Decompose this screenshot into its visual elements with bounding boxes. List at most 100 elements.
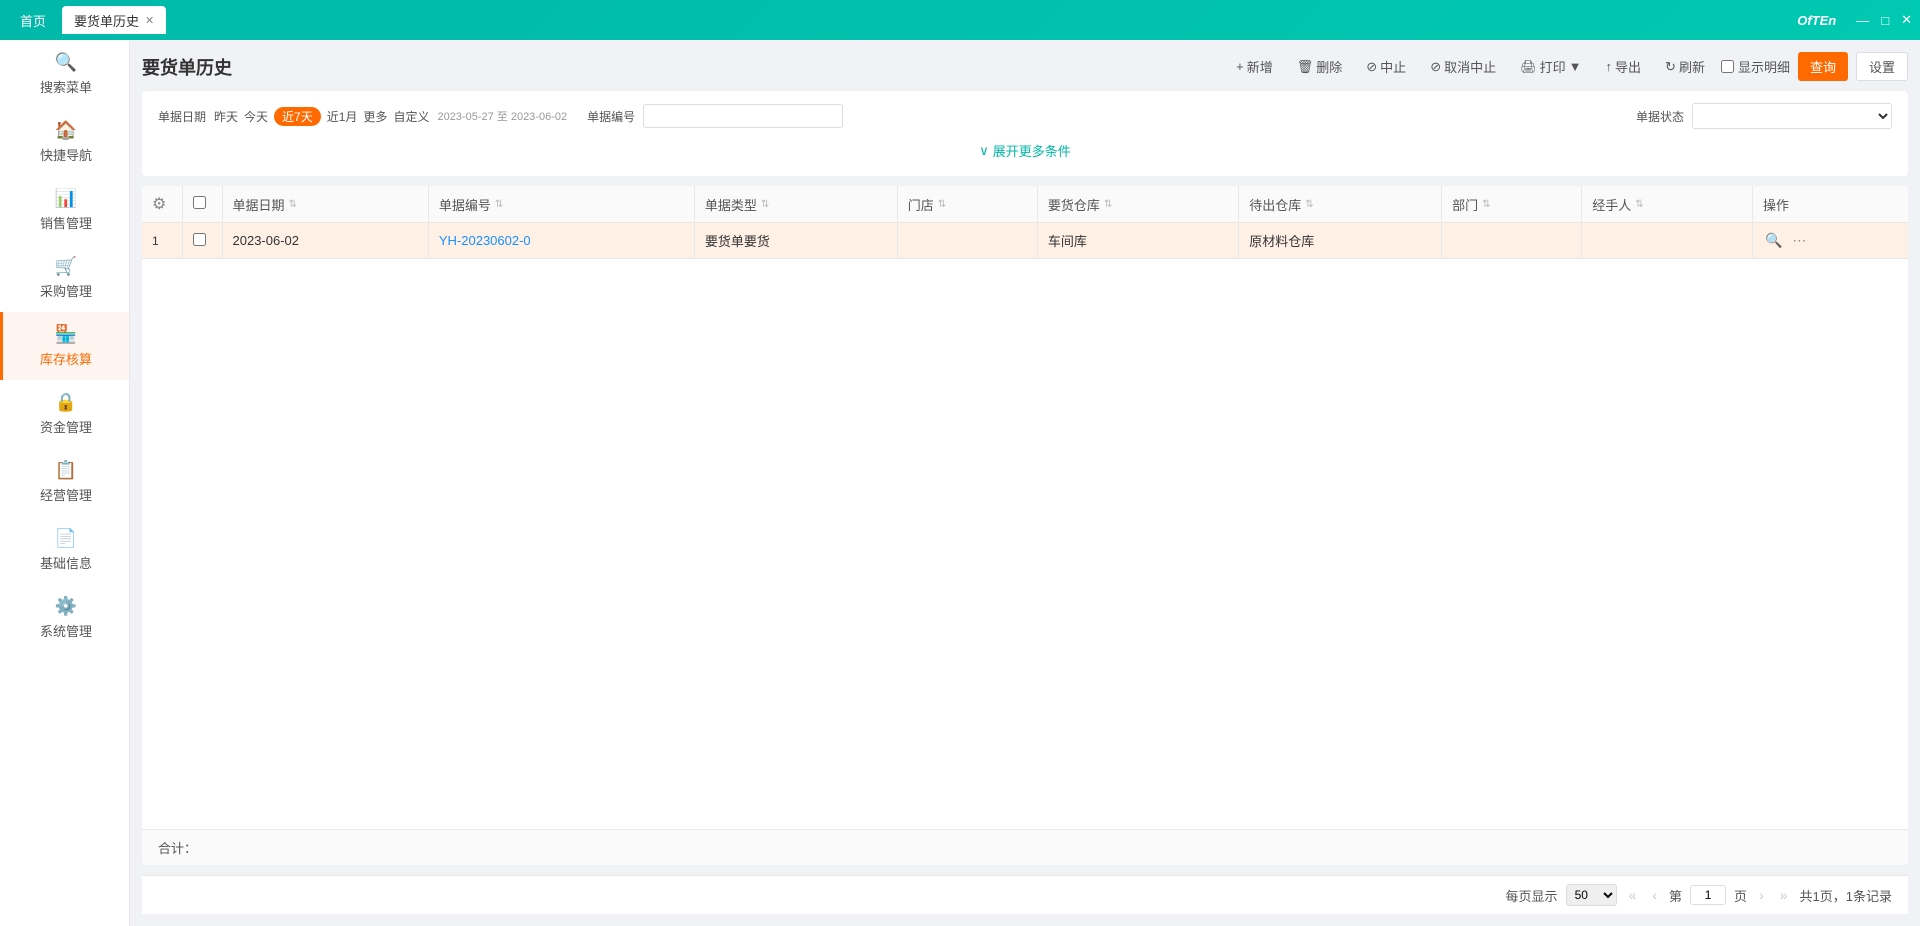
- stop-label: 中止: [1380, 57, 1406, 76]
- th-req-warehouse-label: 要货仓库: [1048, 195, 1100, 214]
- query-label: 查询: [1810, 57, 1836, 76]
- row-doc-type: 要货单要货: [694, 223, 897, 259]
- sidebar-item-inventory-calc[interactable]: 🏪 库存核算: [0, 312, 129, 380]
- row-more-button[interactable]: ⋯: [1790, 230, 1808, 251]
- sort-pending-warehouse-icon[interactable]: ⇅: [1305, 199, 1313, 210]
- export-icon: ↑: [1606, 59, 1613, 74]
- tab-home-label: 首页: [20, 11, 46, 30]
- settings-button[interactable]: 设置: [1856, 52, 1908, 81]
- th-store: 门店 ⇅: [897, 186, 1037, 223]
- row-doc-date: 2023-06-02: [222, 223, 428, 259]
- row-actions: 🔍 ⋯: [1752, 223, 1908, 259]
- date-today[interactable]: 今天: [244, 108, 268, 125]
- page-size-label: 每页显示: [1506, 886, 1558, 905]
- th-department-label: 部门: [1452, 195, 1478, 214]
- sidebar-item-search-menu[interactable]: 🔍 搜索菜单: [0, 40, 129, 108]
- maximize-icon[interactable]: □: [1881, 13, 1889, 28]
- last-page-button[interactable]: »: [1776, 885, 1792, 905]
- refresh-button[interactable]: ↻ 刷新: [1657, 53, 1713, 80]
- th-doc-type-label: 单据类型: [705, 195, 757, 214]
- page-label-prefix: 第: [1669, 886, 1682, 905]
- status-select[interactable]: [1692, 103, 1892, 129]
- page-size-select[interactable]: 10 20 50 100: [1566, 884, 1617, 906]
- sort-store-icon[interactable]: ⇅: [938, 199, 946, 210]
- window-controls: OfTEn — □ ✕: [1797, 12, 1912, 28]
- status-filter-label: 单据状态: [1636, 108, 1684, 125]
- table-body: 1 2023-06-02 YH-20230602-0: [142, 223, 1908, 259]
- expand-more-label: 展开更多条件: [993, 141, 1071, 160]
- minimize-icon[interactable]: —: [1856, 13, 1869, 28]
- th-pending-warehouse: 待出仓库 ⇅: [1239, 186, 1442, 223]
- sidebar-item-finance-mgmt[interactable]: 🔒 资金管理: [0, 380, 129, 448]
- delete-button[interactable]: 🗑 删除: [1289, 53, 1351, 80]
- th-department: 部门 ⇅: [1442, 186, 1582, 223]
- pagination-bar: 每页显示 10 20 50 100 « ‹ 第 页 › » 共1页，1条记录: [142, 875, 1908, 914]
- sort-doc-type-icon[interactable]: ⇅: [761, 199, 769, 210]
- first-page-button[interactable]: «: [1625, 885, 1641, 905]
- stop-button[interactable]: ⊘ 中止: [1358, 53, 1414, 80]
- system-mgmt-icon: ⚙️: [55, 596, 77, 617]
- close-window-icon[interactable]: ✕: [1901, 12, 1912, 28]
- show-detail-checkbox-group[interactable]: 显示明细: [1721, 57, 1790, 76]
- sidebar-item-ops-mgmt[interactable]: 📋 经营管理: [0, 448, 129, 516]
- docno-input[interactable]: [643, 104, 843, 128]
- summary-label: 合计：: [158, 838, 197, 857]
- tab-close-icon[interactable]: ✕: [145, 14, 154, 27]
- date-shortcuts: 昨天 今天 近7天 近1月 更多 自定义: [214, 107, 429, 126]
- sidebar-item-quick-nav[interactable]: 🏠 快捷导航: [0, 108, 129, 176]
- tab-home[interactable]: 首页: [8, 6, 58, 34]
- th-doc-date-label: 单据日期: [233, 195, 285, 214]
- data-table: ⚙ 单据日期 ⇅ 单据编号: [142, 186, 1908, 259]
- th-doc-date: 单据日期 ⇅: [222, 186, 428, 223]
- next-page-button[interactable]: ›: [1755, 885, 1768, 905]
- sidebar-item-system-label: 系统管理: [40, 621, 92, 640]
- page-number-input[interactable]: [1690, 885, 1726, 905]
- total-records-label: 共1页，1条记录: [1800, 886, 1892, 905]
- filter-panel: 单据日期 昨天 今天 近7天 近1月 更多 自定义 2023-05-27 至 2…: [142, 91, 1908, 176]
- sidebar-item-sales-mgmt[interactable]: 📊 销售管理: [0, 176, 129, 244]
- show-detail-label: 显示明细: [1738, 57, 1790, 76]
- th-settings: ⚙: [142, 186, 182, 223]
- basic-info-icon: 📄: [55, 528, 77, 549]
- cancel-stop-icon: ⊘: [1430, 59, 1441, 75]
- expand-more-btn[interactable]: ∨ 展开更多条件: [158, 137, 1892, 164]
- sidebar-item-purchase-label: 采购管理: [40, 281, 92, 300]
- inventory-calc-icon: 🏪: [55, 324, 77, 345]
- th-handler-label: 经手人: [1592, 195, 1631, 214]
- docno-filter-group: 单据编号: [587, 104, 843, 128]
- sort-req-warehouse-icon[interactable]: ⇅: [1104, 199, 1112, 210]
- export-button[interactable]: ↑ 导出: [1598, 53, 1650, 80]
- date-yesterday[interactable]: 昨天: [214, 108, 238, 125]
- row-action-buttons: 🔍 ⋯: [1763, 230, 1898, 251]
- sidebar-item-basic-info[interactable]: 📄 基础信息: [0, 516, 129, 584]
- row-checkbox: [182, 223, 222, 259]
- show-detail-checkbox[interactable]: [1721, 60, 1734, 73]
- date-custom[interactable]: 自定义: [393, 108, 429, 125]
- row-select-checkbox[interactable]: [193, 233, 206, 246]
- prev-page-button[interactable]: ‹: [1648, 885, 1661, 905]
- sort-doc-no-icon[interactable]: ⇅: [495, 199, 503, 210]
- row-view-button[interactable]: 🔍: [1763, 230, 1784, 251]
- date-last7[interactable]: 近7天: [274, 107, 321, 126]
- cancel-stop-button[interactable]: ⊘ 取消中止: [1422, 53, 1504, 80]
- sort-department-icon[interactable]: ⇅: [1482, 199, 1490, 210]
- print-button[interactable]: 🖨 打印 ▼: [1512, 53, 1589, 80]
- sales-mgmt-icon: 📊: [55, 188, 77, 209]
- sort-doc-date-icon[interactable]: ⇅: [289, 199, 297, 210]
- query-button[interactable]: 查询: [1798, 52, 1848, 81]
- new-button[interactable]: + 新增: [1228, 53, 1281, 80]
- tab-requisition-history[interactable]: 要货单历史 ✕: [62, 6, 166, 34]
- date-last1month[interactable]: 近1月: [327, 108, 358, 125]
- table-row: 1 2023-06-02 YH-20230602-0: [142, 223, 1908, 259]
- sidebar-item-purchase-mgmt[interactable]: 🛒 采购管理: [0, 244, 129, 312]
- date-more[interactable]: 更多: [363, 108, 387, 125]
- status-filter-group: 单据状态: [1636, 103, 1892, 129]
- new-label: 新增: [1247, 57, 1273, 76]
- expand-down-icon: ∨: [979, 143, 989, 159]
- th-req-warehouse: 要货仓库 ⇅: [1037, 186, 1238, 223]
- row-doc-no-link[interactable]: YH-20230602-0: [439, 233, 531, 248]
- sort-handler-icon[interactable]: ⇅: [1635, 199, 1643, 210]
- column-settings-icon[interactable]: ⚙: [152, 196, 166, 213]
- select-all-checkbox[interactable]: [193, 196, 206, 209]
- sidebar-item-system-mgmt[interactable]: ⚙️ 系统管理: [0, 584, 129, 652]
